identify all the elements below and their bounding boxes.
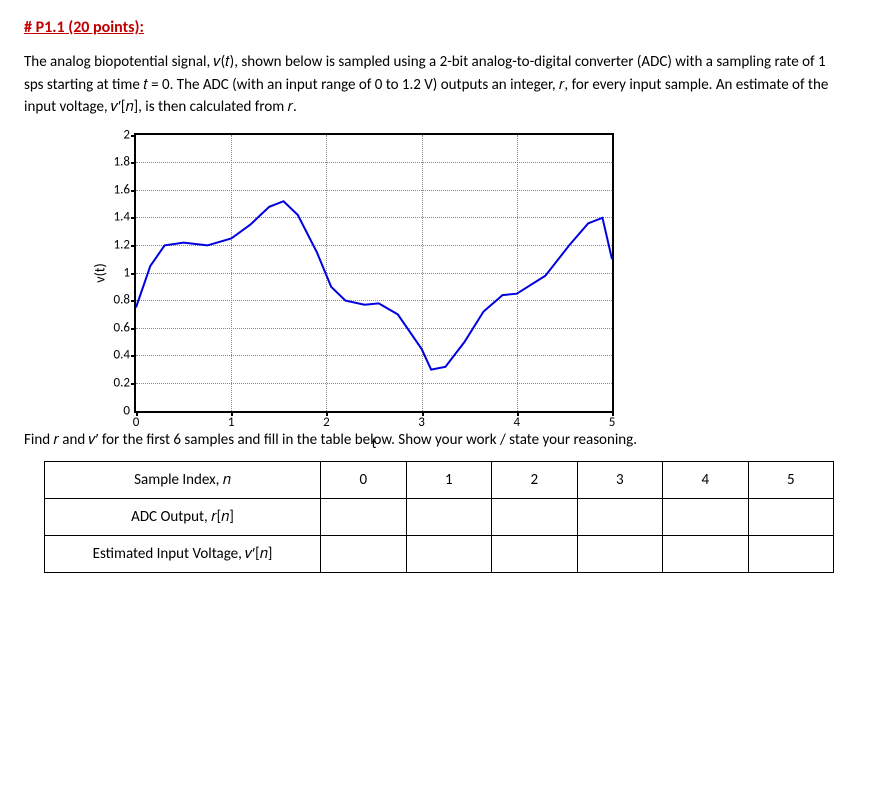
signal-curve <box>136 135 612 411</box>
problem-heading: # P1.1 (20 points): <box>24 18 846 37</box>
table-cell[interactable] <box>321 535 407 572</box>
table-cell[interactable] <box>663 535 749 572</box>
table-cell: 3 <box>577 461 663 498</box>
table-cell[interactable] <box>321 498 407 535</box>
table-cell: 5 <box>748 461 834 498</box>
table-cell: 1 <box>406 461 492 498</box>
y-axis-label: v(t) <box>91 263 108 283</box>
table-cell: 0 <box>321 461 407 498</box>
table-cell[interactable] <box>748 535 834 572</box>
table-cell: 4 <box>663 461 749 498</box>
instruction-text: Find 𝑟 and 𝑣′ for the first 6 samples an… <box>24 431 846 449</box>
table-row: Sample Index, 𝑛 0 1 2 3 4 5 <box>45 461 834 498</box>
table-cell[interactable] <box>406 535 492 572</box>
problem-statement: The analog biopotential signal, 𝑣(𝑡), sh… <box>24 51 846 119</box>
table-cell[interactable] <box>492 498 578 535</box>
row-header-v: Estimated Input Voltage, 𝑣′[𝑛] <box>45 535 321 572</box>
table-row: Estimated Input Voltage, 𝑣′[𝑛] <box>45 535 834 572</box>
table-row: ADC Output, 𝑟[𝑛] <box>45 498 834 535</box>
table-cell[interactable] <box>406 498 492 535</box>
row-header-r: ADC Output, 𝑟[𝑛] <box>45 498 321 535</box>
table-cell[interactable] <box>663 498 749 535</box>
chart-container: 2 1.8 1.6 1.4 1.2 1 0.8 0.6 0.4 0.2 0 0 … <box>134 133 846 413</box>
answer-table: Sample Index, 𝑛 0 1 2 3 4 5 ADC Output, … <box>44 461 834 573</box>
chart-plot-area: 2 1.8 1.6 1.4 1.2 1 0.8 0.6 0.4 0.2 0 0 … <box>134 133 614 413</box>
x-axis-label: t <box>372 435 377 452</box>
table-cell[interactable] <box>492 535 578 572</box>
table-cell[interactable] <box>577 535 663 572</box>
table-cell[interactable] <box>577 498 663 535</box>
row-header-n: Sample Index, 𝑛 <box>45 461 321 498</box>
table-cell[interactable] <box>748 498 834 535</box>
table-cell: 2 <box>492 461 578 498</box>
